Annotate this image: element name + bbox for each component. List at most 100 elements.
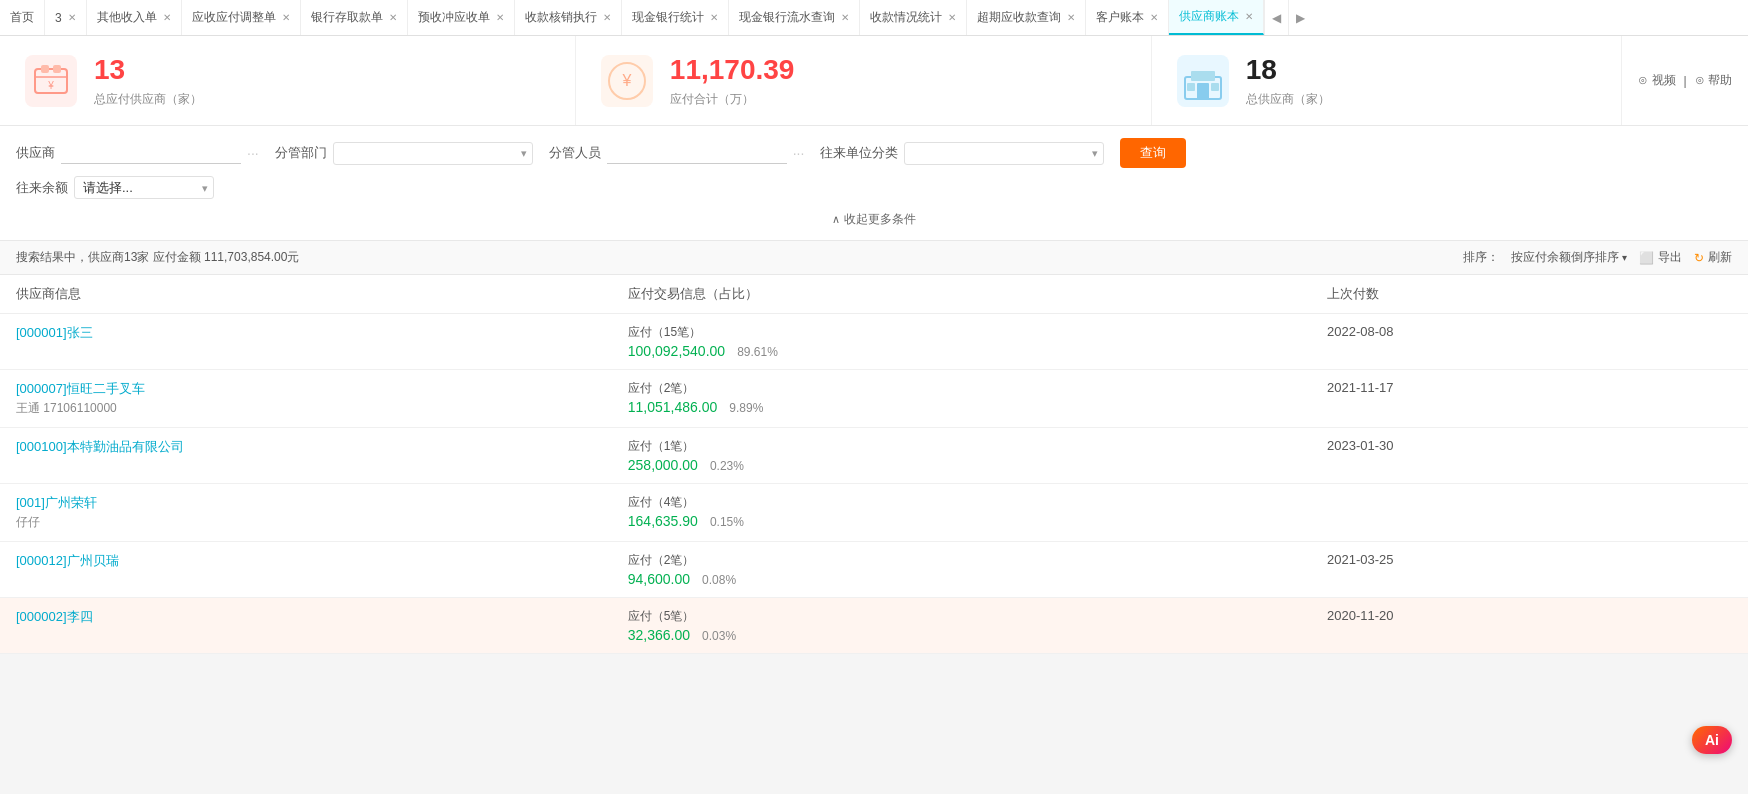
nav-tab-ar-ap-adjust-label: 应收应付调整单 — [192, 9, 276, 26]
person-dots-icon[interactable]: ··· — [793, 145, 805, 161]
tx-amount[interactable]: 258,000.00 — [628, 457, 698, 473]
supplier-link[interactable]: [000001]张三 — [16, 325, 93, 340]
category-select[interactable] — [904, 142, 1104, 165]
summary-card-total-suppliers: 18 总供应商（家） — [1152, 36, 1622, 125]
nav-tab-receipt-exec[interactable]: 收款核销执行 ✕ — [515, 0, 622, 35]
nav-prev-arrow[interactable]: ◀ — [1264, 0, 1288, 36]
tx-amount[interactable]: 100,092,540.00 — [628, 343, 725, 359]
close-icon[interactable]: ✕ — [841, 12, 849, 23]
tx-label: 应付（2笔） — [628, 380, 1295, 397]
supplier-table: 供应商信息 应付交易信息（占比） 上次付数 [000001]张三应付（15笔）1… — [0, 275, 1748, 654]
close-icon[interactable]: ✕ — [1067, 12, 1075, 23]
balance-select[interactable]: 请选择... — [74, 176, 214, 199]
close-icon[interactable]: ✕ — [68, 12, 76, 23]
filter-label-balance: 往来余额 — [16, 179, 68, 197]
nav-tab-home[interactable]: 首页 — [0, 0, 45, 35]
tx-label: 应付（4笔） — [628, 494, 1295, 511]
card-value-payable-total: 11,170.39 — [670, 53, 795, 87]
help-link[interactable]: ⊙ 帮助 — [1695, 72, 1732, 89]
video-link[interactable]: ⊙ 视频 — [1638, 72, 1675, 89]
last-date-value: 2022-08-08 — [1327, 324, 1394, 339]
refresh-button[interactable]: ↻ 刷新 — [1694, 249, 1732, 266]
card-info-total-suppliers: 18 总供应商（家） — [1246, 53, 1330, 108]
supplier-link[interactable]: [001]广州荣轩 — [16, 495, 97, 510]
table-row: [000002]李四应付（5笔）32,366.000.03%2020-11-20 — [0, 598, 1748, 654]
nav-tab-other-income[interactable]: 其他收入单 ✕ — [87, 0, 182, 35]
last-date-value: 2021-03-25 — [1327, 552, 1394, 567]
last-date-value: 2023-01-30 — [1327, 438, 1394, 453]
tx-amount[interactable]: 32,366.00 — [628, 627, 690, 643]
nav-tab-supplier-ledger[interactable]: 供应商账本 ✕ — [1169, 0, 1264, 35]
filter-item-dept: 分管部门 — [275, 142, 533, 165]
nav-tab-receipt-stat[interactable]: 收款情况统计 ✕ — [860, 0, 967, 35]
nav-tab-other-income-label: 其他收入单 — [97, 9, 157, 26]
dept-select-wrap — [333, 142, 533, 165]
tx-label: 应付（2笔） — [628, 552, 1295, 569]
nav-tab-cash-flow-label: 现金银行流水查询 — [739, 9, 835, 26]
tx-cell: 应付（2笔）94,600.000.08% — [612, 542, 1311, 598]
filter-item-supplier: 供应商 ··· — [16, 142, 259, 164]
supplier-cell: [000012]广州贝瑞 — [0, 542, 612, 598]
export-button[interactable]: ⬜ 导出 — [1639, 249, 1682, 266]
close-icon[interactable]: ✕ — [1150, 12, 1158, 23]
summary-bar: ¥ 13 总应付供应商（家） ¥ 11,170.39 应付合计（万） — [0, 36, 1748, 126]
close-icon[interactable]: ✕ — [710, 12, 718, 23]
close-icon[interactable]: ✕ — [603, 12, 611, 23]
nav-tab-ar-ap-adjust[interactable]: 应收应付调整单 ✕ — [182, 0, 301, 35]
close-icon[interactable]: ✕ — [389, 12, 397, 23]
tx-amount[interactable]: 164,635.90 — [628, 513, 698, 529]
close-icon[interactable]: ✕ — [496, 12, 504, 23]
close-icon[interactable]: ✕ — [163, 12, 171, 23]
supplier-link[interactable]: [000002]李四 — [16, 609, 93, 624]
close-icon[interactable]: ✕ — [948, 12, 956, 23]
tx-amount[interactable]: 94,600.00 — [628, 571, 690, 587]
card-label-payable-total: 应付合计（万） — [670, 91, 795, 108]
col-header-supplier: 供应商信息 — [0, 275, 612, 314]
summary-card-payable-suppliers: ¥ 13 总应付供应商（家） — [0, 36, 576, 125]
supplier-link[interactable]: [000007]恒旺二手叉车 — [16, 381, 145, 396]
dept-select[interactable] — [333, 142, 533, 165]
supplier-cell: [000001]张三 — [0, 314, 612, 370]
nav-tab-bank-deposit-label: 银行存取款单 — [311, 9, 383, 26]
tx-label: 应付（1笔） — [628, 438, 1295, 455]
nav-tab-cash-stat[interactable]: 现金银行统计 ✕ — [622, 0, 729, 35]
close-icon[interactable]: ✕ — [1245, 11, 1253, 22]
nav-tab-overdue-ar[interactable]: 超期应收款查询 ✕ — [967, 0, 1086, 35]
tx-pct: 9.89% — [729, 401, 763, 415]
nav-tab-3[interactable]: 3 ✕ — [45, 0, 87, 35]
query-button[interactable]: 查询 — [1120, 138, 1186, 168]
nav-tab-customer-ledger[interactable]: 客户账本 ✕ — [1086, 0, 1169, 35]
supplier-dots-icon[interactable]: ··· — [247, 145, 259, 161]
supplier-data-table: 供应商信息 应付交易信息（占比） 上次付数 [000001]张三应付（15笔）1… — [0, 275, 1748, 654]
result-actions: 排序： 按应付余额倒序排序 ▾ ⬜ 导出 ↻ 刷新 — [1463, 249, 1732, 266]
filter-label-person: 分管人员 — [549, 144, 601, 162]
top-navigation: 首页 3 ✕ 其他收入单 ✕ 应收应付调整单 ✕ 银行存取款单 ✕ 预收冲应收单… — [0, 0, 1748, 36]
table-row: [000007]恒旺二手叉车王通 17106110000 应付（2笔） 11,051… — [0, 370, 1748, 428]
person-input[interactable] — [607, 142, 787, 164]
svg-rect-11 — [1191, 71, 1215, 81]
filter-bar: 供应商 ··· 分管部门 分管人员 ··· 往来单位分类 — [0, 126, 1748, 241]
supplier-input[interactable] — [61, 142, 241, 164]
tx-pct: 0.03% — [702, 629, 736, 643]
supplier-cell: [000007]恒旺二手叉车王通 17106110000 — [0, 370, 612, 428]
nav-tab-customer-ledger-label: 客户账本 — [1096, 9, 1144, 26]
tx-pct: 0.23% — [710, 459, 744, 473]
collapse-button[interactable]: 收起更多条件 — [832, 211, 916, 228]
nav-tab-bank-deposit[interactable]: 银行存取款单 ✕ — [301, 0, 408, 35]
nav-next-arrow[interactable]: ▶ — [1288, 0, 1312, 36]
nav-tab-home-label: 首页 — [10, 9, 34, 26]
svg-rect-3 — [53, 65, 61, 73]
nav-tab-receipt-stat-label: 收款情况统计 — [870, 9, 942, 26]
nav-tab-prepay-ar[interactable]: 预收冲应收单 ✕ — [408, 0, 515, 35]
supplier-link[interactable]: [000012]广州贝瑞 — [16, 553, 119, 568]
last-date-cell: 2023-01-30 — [1311, 428, 1748, 484]
tx-cell: 应付（15笔）100,092,540.0089.61% — [612, 314, 1311, 370]
filter-row-1: 供应商 ··· 分管部门 分管人员 ··· 往来单位分类 — [16, 138, 1732, 168]
close-icon[interactable]: ✕ — [282, 12, 290, 23]
tx-pct: 0.15% — [710, 515, 744, 529]
tx-amount[interactable]: 11,051,486.00 — [628, 399, 718, 415]
sort-select[interactable]: 按应付余额倒序排序 ▾ — [1511, 249, 1627, 266]
supplier-link[interactable]: [000100]本特勤油品有限公司 — [16, 439, 184, 454]
svg-rect-14 — [1211, 83, 1219, 91]
nav-tab-cash-flow[interactable]: 现金银行流水查询 ✕ — [729, 0, 860, 35]
